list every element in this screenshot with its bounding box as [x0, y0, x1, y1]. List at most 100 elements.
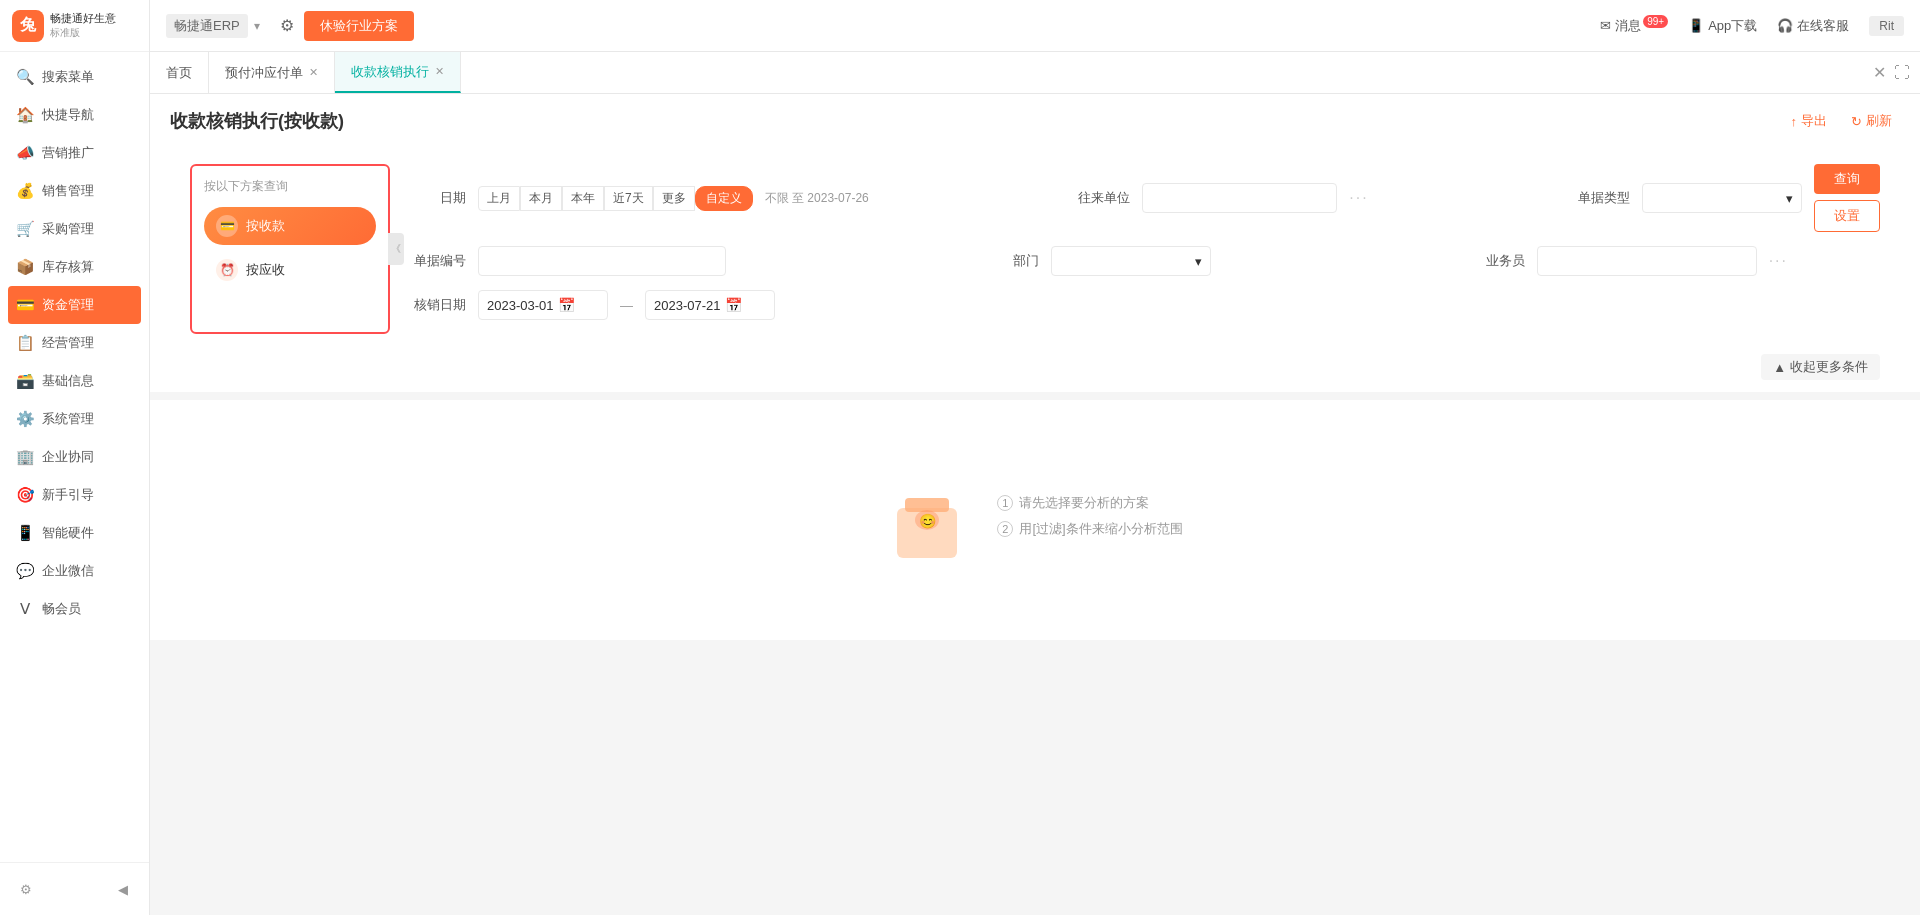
- empty-hint-1: 1 请先选择要分析的方案: [997, 494, 1182, 512]
- member-label: 畅会员: [42, 600, 81, 618]
- topbar-settings-icon[interactable]: ⚙: [280, 16, 294, 35]
- sidebar-item-quicknav[interactable]: 🏠 快捷导航: [0, 96, 149, 134]
- filter-by-receipt[interactable]: 💳 按收款: [204, 207, 376, 245]
- settings-icon: ⚙: [20, 882, 32, 897]
- staff-label: 业务员: [1465, 252, 1525, 270]
- notification-btn[interactable]: ✉ 消息 99+: [1600, 17, 1668, 35]
- sidebar-item-search[interactable]: 🔍 搜索菜单: [0, 58, 149, 96]
- sidebar-item-wechat[interactable]: 💬 企业微信: [0, 552, 149, 590]
- filter-row-3: 核销日期 2023-03-01 📅 — 2023-07-21 📅: [406, 290, 1880, 320]
- date-btn-more[interactable]: 更多: [653, 186, 695, 211]
- sidebar-item-guide[interactable]: 🎯 新手引导: [0, 476, 149, 514]
- sidebar-collapse-btn[interactable]: ◀: [107, 873, 139, 905]
- content-area: 收款核销执行(按收款) ↑ 导出 ↻ 刷新 按以下方案查询 💳: [150, 94, 1920, 915]
- receipt-tab-close[interactable]: ✕: [435, 65, 444, 78]
- receivable-option-icon: ⏰: [216, 259, 238, 281]
- corp-label: 企业协同: [42, 448, 94, 466]
- tabbar-expand-btn[interactable]: ⛶: [1894, 64, 1910, 82]
- basic-label: 基础信息: [42, 372, 94, 390]
- prepay-tab-close[interactable]: ✕: [309, 66, 318, 79]
- dept-select[interactable]: ▾: [1051, 246, 1211, 276]
- search-label: 搜索菜单: [42, 68, 94, 86]
- sidebar-item-corp[interactable]: 🏢 企业协同: [0, 438, 149, 476]
- counterparty-dots[interactable]: ···: [1349, 189, 1368, 207]
- service-icon: 🎧: [1777, 18, 1793, 33]
- sidebar-item-system[interactable]: ⚙️ 系统管理: [0, 400, 149, 438]
- filter-collapse-btn[interactable]: 《: [388, 233, 404, 265]
- app-download-btn[interactable]: 📱 App下载: [1688, 17, 1757, 35]
- verify-date-end-value: 2023-07-21: [654, 298, 721, 313]
- refresh-icon: ↻: [1851, 114, 1862, 129]
- sidebar-item-hardware[interactable]: 📱 智能硬件: [0, 514, 149, 552]
- doc-number-label: 单据编号: [406, 252, 466, 270]
- verify-date-end[interactable]: 2023-07-21 📅: [645, 290, 775, 320]
- collapse-icon: ◀: [118, 882, 128, 897]
- logo-text: 畅捷通好生意: [50, 11, 116, 26]
- topbar-arrow-icon[interactable]: ▾: [254, 19, 260, 33]
- date-btn-7days[interactable]: 近7天: [604, 186, 653, 211]
- marketing-label: 营销推广: [42, 144, 94, 162]
- empty-illustration: 😊: [887, 480, 967, 560]
- tab-prepay[interactable]: 预付冲应付单✕: [209, 52, 335, 93]
- marketing-icon: 📣: [16, 144, 34, 162]
- tabbar-close-btn[interactable]: ✕: [1873, 63, 1886, 82]
- filter-by-receivable[interactable]: ⏰ 按应收: [204, 251, 376, 289]
- filter-left-title: 按以下方案查询: [204, 178, 376, 195]
- sidebar-item-stock[interactable]: 📦 库存核算: [0, 248, 149, 286]
- verify-date-start[interactable]: 2023-03-01 📅: [478, 290, 608, 320]
- sidebar-item-ops[interactable]: 📋 经营管理: [0, 324, 149, 362]
- staff-input[interactable]: [1537, 246, 1757, 276]
- page-header: 收款核销执行(按收款) ↑ 导出 ↻ 刷新: [150, 94, 1920, 134]
- notification-badge: 99+: [1643, 15, 1668, 28]
- quicknav-icon: 🏠: [16, 106, 34, 124]
- wechat-icon: 💬: [16, 562, 34, 580]
- doc-type-select[interactable]: ▾: [1642, 183, 1802, 213]
- main-area: 畅捷通ERP ▾ ⚙ 休验行业方案 ✉ 消息 99+ 📱 App下载 🎧 在线客…: [150, 0, 1920, 915]
- topbar-user[interactable]: Rit: [1869, 16, 1904, 36]
- calendar-end-icon: 📅: [725, 297, 742, 313]
- empty-content: 😊 1 请先选择要分析的方案 2 用[过滤]条件来缩小分析范围: [887, 480, 1182, 560]
- stock-icon: 📦: [16, 258, 34, 276]
- doc-number-input[interactable]: [478, 246, 726, 276]
- filter-settings-btn[interactable]: 设置: [1814, 200, 1880, 232]
- collapse-more-area: ▲ 收起更多条件: [170, 350, 1900, 392]
- tab-home[interactable]: 首页: [150, 52, 209, 93]
- sidebar-item-member[interactable]: Ⅴ 畅会员: [0, 590, 149, 628]
- collapse-more-btn[interactable]: ▲ 收起更多条件: [1761, 354, 1880, 380]
- sidebar-item-marketing[interactable]: 📣 营销推广: [0, 134, 149, 172]
- export-btn[interactable]: ↑ 导出: [1783, 108, 1836, 134]
- date-btn-this-year[interactable]: 本年: [562, 186, 604, 211]
- collapse-more-icon: ▲: [1773, 360, 1786, 375]
- date-label: 日期: [406, 189, 466, 207]
- sidebar-logo: 兔 畅捷通好生意 标准版: [0, 0, 149, 52]
- svg-rect-1: [905, 498, 949, 512]
- online-service-btn[interactable]: 🎧 在线客服: [1777, 17, 1849, 35]
- staff-dots[interactable]: ···: [1769, 252, 1788, 270]
- notification-label: 消息: [1615, 17, 1641, 35]
- date-btn-last-month[interactable]: 上月: [478, 186, 520, 211]
- sidebar-settings-btn[interactable]: ⚙: [10, 873, 42, 905]
- online-service-label: 在线客服: [1797, 17, 1849, 35]
- sidebar-item-sales[interactable]: 💰 销售管理: [0, 172, 149, 210]
- export-label: 导出: [1801, 112, 1827, 130]
- industry-btn[interactable]: 休验行业方案: [304, 11, 414, 41]
- sidebar-item-funds[interactable]: 💳 资金管理: [8, 286, 141, 324]
- receipt-option-label: 按收款: [246, 217, 285, 235]
- basic-icon: 🗃️: [16, 372, 34, 390]
- sidebar-item-basic[interactable]: 🗃️ 基础信息: [0, 362, 149, 400]
- refresh-btn[interactable]: ↻ 刷新: [1843, 108, 1900, 134]
- query-btn[interactable]: 查询: [1814, 164, 1880, 194]
- svg-text:😊: 😊: [919, 513, 937, 530]
- verify-date-start-value: 2023-03-01: [487, 298, 554, 313]
- sidebar-item-purchase[interactable]: 🛒 采购管理: [0, 210, 149, 248]
- counterparty-input[interactable]: [1142, 183, 1337, 213]
- sidebar-bottom: ⚙ ◀: [0, 862, 149, 915]
- tab-receipt[interactable]: 收款核销执行✕: [335, 52, 461, 93]
- topbar-brand-text: 畅捷通ERP: [166, 14, 248, 38]
- funds-label: 资金管理: [42, 296, 94, 314]
- quicknav-label: 快捷导航: [42, 106, 94, 124]
- date-btn-this-month[interactable]: 本月: [520, 186, 562, 211]
- date-btn-custom[interactable]: 自定义: [695, 186, 753, 211]
- stock-label: 库存核算: [42, 258, 94, 276]
- calendar-start-icon: 📅: [558, 297, 575, 313]
